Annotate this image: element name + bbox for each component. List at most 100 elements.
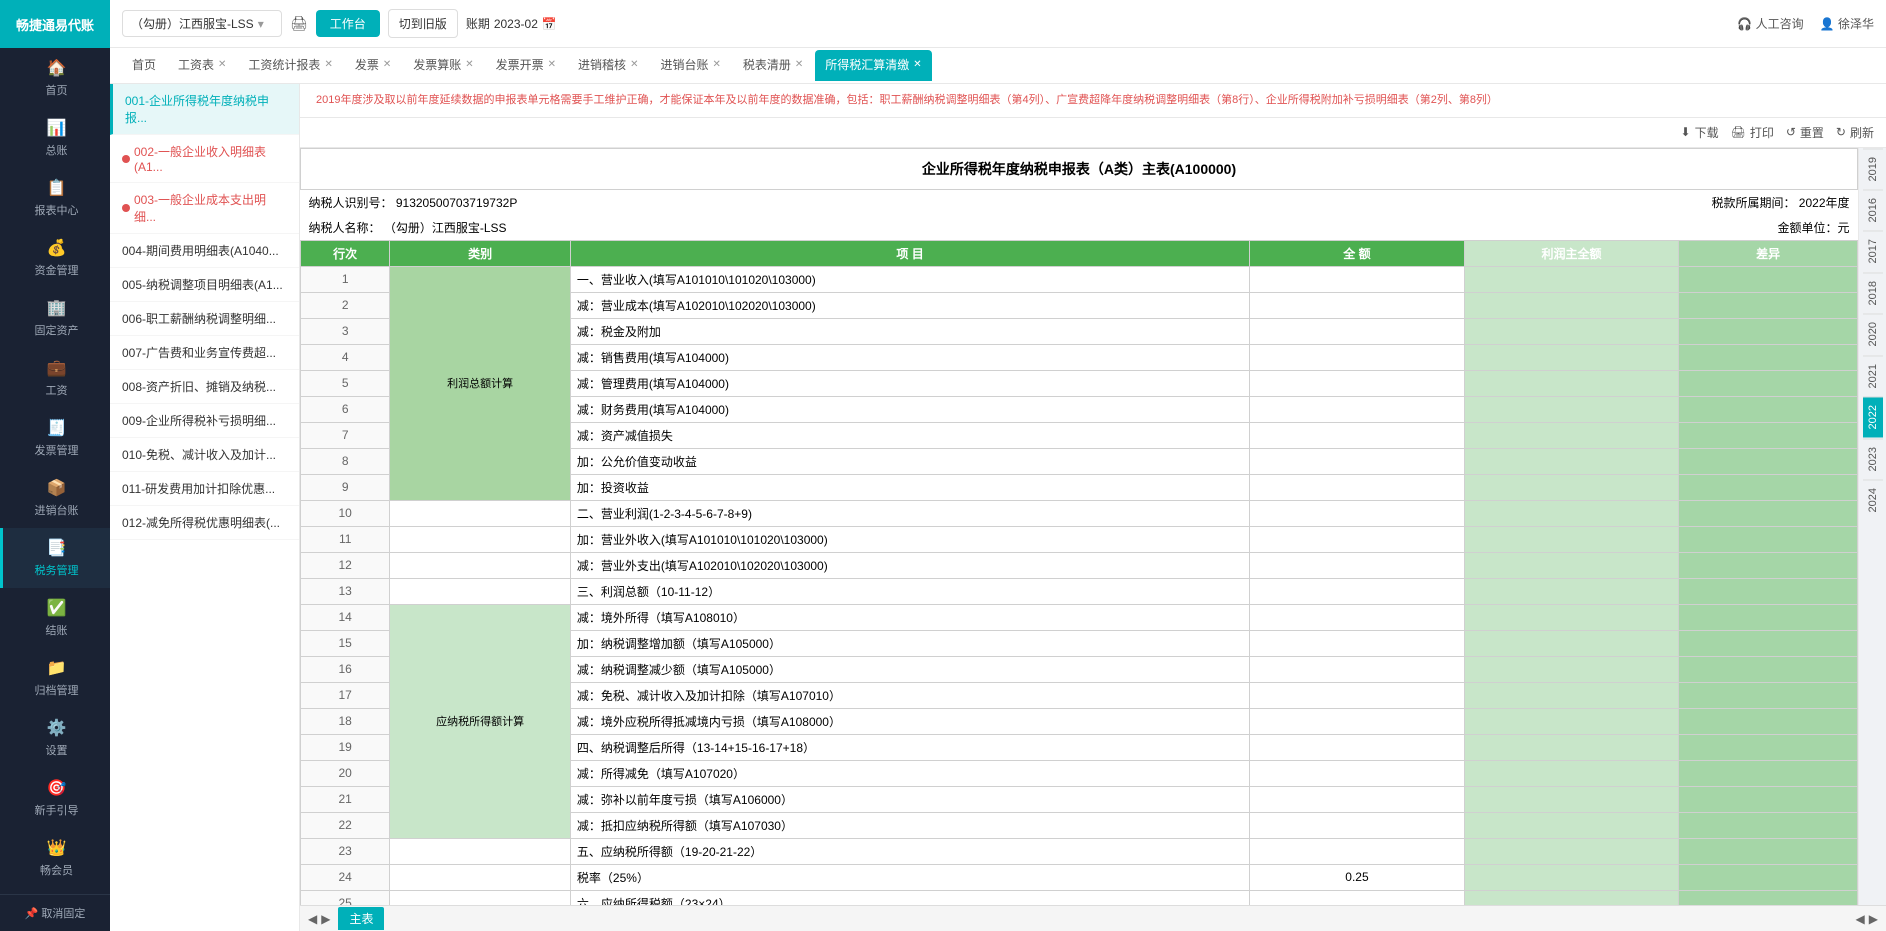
amount-22[interactable]: [1250, 812, 1465, 838]
profit-17[interactable]: [1464, 682, 1679, 708]
sidebar-item-member[interactable]: 👑 畅会员: [0, 828, 110, 888]
profit-25[interactable]: [1464, 890, 1679, 905]
diff-25[interactable]: [1679, 890, 1858, 905]
year-2017[interactable]: 2017: [1863, 230, 1883, 271]
amount-14[interactable]: [1250, 604, 1465, 630]
amount-24[interactable]: 0.25: [1250, 864, 1465, 890]
profit-20[interactable]: [1464, 760, 1679, 786]
tab-salary-report[interactable]: 工资统计报表 ✕: [238, 50, 342, 81]
diff-10[interactable]: [1679, 500, 1858, 526]
amount-7[interactable]: [1250, 422, 1465, 448]
amount-25[interactable]: [1250, 890, 1465, 905]
diff-16[interactable]: [1679, 656, 1858, 682]
profit-1[interactable]: [1464, 266, 1679, 292]
profit-16[interactable]: [1464, 656, 1679, 682]
left-panel-item-006[interactable]: 006-职工薪酬纳税调整明细...: [110, 302, 299, 336]
tab-salary[interactable]: 工资表 ✕: [168, 50, 236, 81]
profit-13[interactable]: [1464, 578, 1679, 604]
profit-5[interactable]: [1464, 370, 1679, 396]
sidebar-item-funds[interactable]: 💰 资金管理: [0, 228, 110, 288]
amount-3[interactable]: [1250, 318, 1465, 344]
tab-invoice-open[interactable]: 发票开票 ✕: [486, 50, 566, 81]
profit-10[interactable]: [1464, 500, 1679, 526]
profit-8[interactable]: [1464, 448, 1679, 474]
diff-4[interactable]: [1679, 344, 1858, 370]
amount-17[interactable]: [1250, 682, 1465, 708]
diff-7[interactable]: [1679, 422, 1858, 448]
amount-13[interactable]: [1250, 578, 1465, 604]
amount-20[interactable]: [1250, 760, 1465, 786]
tab-audit[interactable]: 进销稽核 ✕: [568, 50, 648, 81]
sidebar-item-reports[interactable]: 📋 报表中心: [0, 168, 110, 228]
tab-salary-report-close[interactable]: ✕: [324, 59, 332, 70]
sidebar-item-guide[interactable]: 🎯 新手引导: [0, 768, 110, 828]
year-2020[interactable]: 2020: [1863, 313, 1883, 354]
amount-8[interactable]: [1250, 448, 1465, 474]
profit-2[interactable]: [1464, 292, 1679, 318]
amount-2[interactable]: [1250, 292, 1465, 318]
profit-4[interactable]: [1464, 344, 1679, 370]
tab-tax-clear[interactable]: 税表清册 ✕: [733, 50, 813, 81]
diff-14[interactable]: [1679, 604, 1858, 630]
diff-6[interactable]: [1679, 396, 1858, 422]
tab-tax-clear-close[interactable]: ✕: [795, 59, 803, 70]
diff-13[interactable]: [1679, 578, 1858, 604]
sidebar-item-settings[interactable]: ⚙️ 设置: [0, 708, 110, 768]
diff-20[interactable]: [1679, 760, 1858, 786]
diff-12[interactable]: [1679, 552, 1858, 578]
diff-22[interactable]: [1679, 812, 1858, 838]
tab-trade-ledger-close[interactable]: ✕: [712, 59, 720, 70]
sidebar-item-assets[interactable]: 🏢 固定资产: [0, 288, 110, 348]
left-panel-item-010[interactable]: 010-免税、减计收入及加计...: [110, 438, 299, 472]
diff-24[interactable]: [1679, 864, 1858, 890]
profit-21[interactable]: [1464, 786, 1679, 812]
left-panel-item-009[interactable]: 009-企业所得税补亏损明细...: [110, 404, 299, 438]
tab-invoice-open-close[interactable]: ✕: [548, 59, 556, 70]
sidebar-item-home[interactable]: 🏠 首页: [0, 48, 110, 108]
profit-18[interactable]: [1464, 708, 1679, 734]
diff-5[interactable]: [1679, 370, 1858, 396]
left-panel-item-005[interactable]: 005-纳税调整项目明细表(A1...: [110, 268, 299, 302]
year-2021[interactable]: 2021: [1863, 355, 1883, 396]
tab-invoice-close[interactable]: ✕: [383, 59, 391, 70]
switch-old-button[interactable]: 切到旧版: [388, 9, 458, 38]
left-panel-item-011[interactable]: 011-研发费用加计扣除优惠...: [110, 472, 299, 506]
amount-19[interactable]: [1250, 734, 1465, 760]
profit-7[interactable]: [1464, 422, 1679, 448]
profit-3[interactable]: [1464, 318, 1679, 344]
nav-left-arrow[interactable]: ◀: [308, 912, 317, 926]
profit-6[interactable]: [1464, 396, 1679, 422]
amount-6[interactable]: [1250, 396, 1465, 422]
nav-right-arrow[interactable]: ▶: [321, 912, 330, 926]
left-panel-item-001[interactable]: 001-企业所得税年度纳税申报...: [110, 84, 299, 135]
amount-1[interactable]: [1250, 266, 1465, 292]
sidebar-item-trade[interactable]: 📦 进销台账: [0, 468, 110, 528]
sidebar-item-ledger[interactable]: 📊 总账: [0, 108, 110, 168]
scroll-right-icon[interactable]: ▶: [1869, 912, 1878, 926]
year-2018[interactable]: 2018: [1863, 272, 1883, 313]
sidebar-item-salary[interactable]: 💼 工资: [0, 348, 110, 408]
year-2024[interactable]: 2024: [1863, 479, 1883, 520]
profit-9[interactable]: [1464, 474, 1679, 500]
diff-23[interactable]: [1679, 838, 1858, 864]
sidebar-pin-toggle[interactable]: 📌 取消固定: [0, 894, 110, 931]
print-icon[interactable]: 🖨: [290, 15, 308, 32]
tab-invoice-calc-close[interactable]: ✕: [465, 59, 473, 70]
diff-18[interactable]: [1679, 708, 1858, 734]
tab-home[interactable]: 首页: [122, 50, 166, 81]
profit-23[interactable]: [1464, 838, 1679, 864]
tab-invoice[interactable]: 发票 ✕: [345, 50, 401, 81]
amount-21[interactable]: [1250, 786, 1465, 812]
amount-10[interactable]: [1250, 500, 1465, 526]
refresh-button[interactable]: ↻ 刷新: [1836, 124, 1874, 141]
user-service[interactable]: 🎧 人工咨询: [1737, 15, 1803, 32]
company-selector[interactable]: （勾册）江西服宝-LSS ▾: [122, 10, 282, 37]
tab-invoice-calc[interactable]: 发票算账 ✕: [403, 50, 483, 81]
diff-1[interactable]: [1679, 266, 1858, 292]
download-button[interactable]: ⬇ 下载: [1681, 124, 1719, 141]
scroll-left-icon[interactable]: ◀: [1856, 912, 1865, 926]
left-panel-item-003[interactable]: 003-一般企业成本支出明细...: [110, 183, 299, 234]
tab-trade-ledger[interactable]: 进销台账 ✕: [650, 50, 730, 81]
profit-15[interactable]: [1464, 630, 1679, 656]
sidebar-item-archive[interactable]: 📁 归档管理: [0, 648, 110, 708]
